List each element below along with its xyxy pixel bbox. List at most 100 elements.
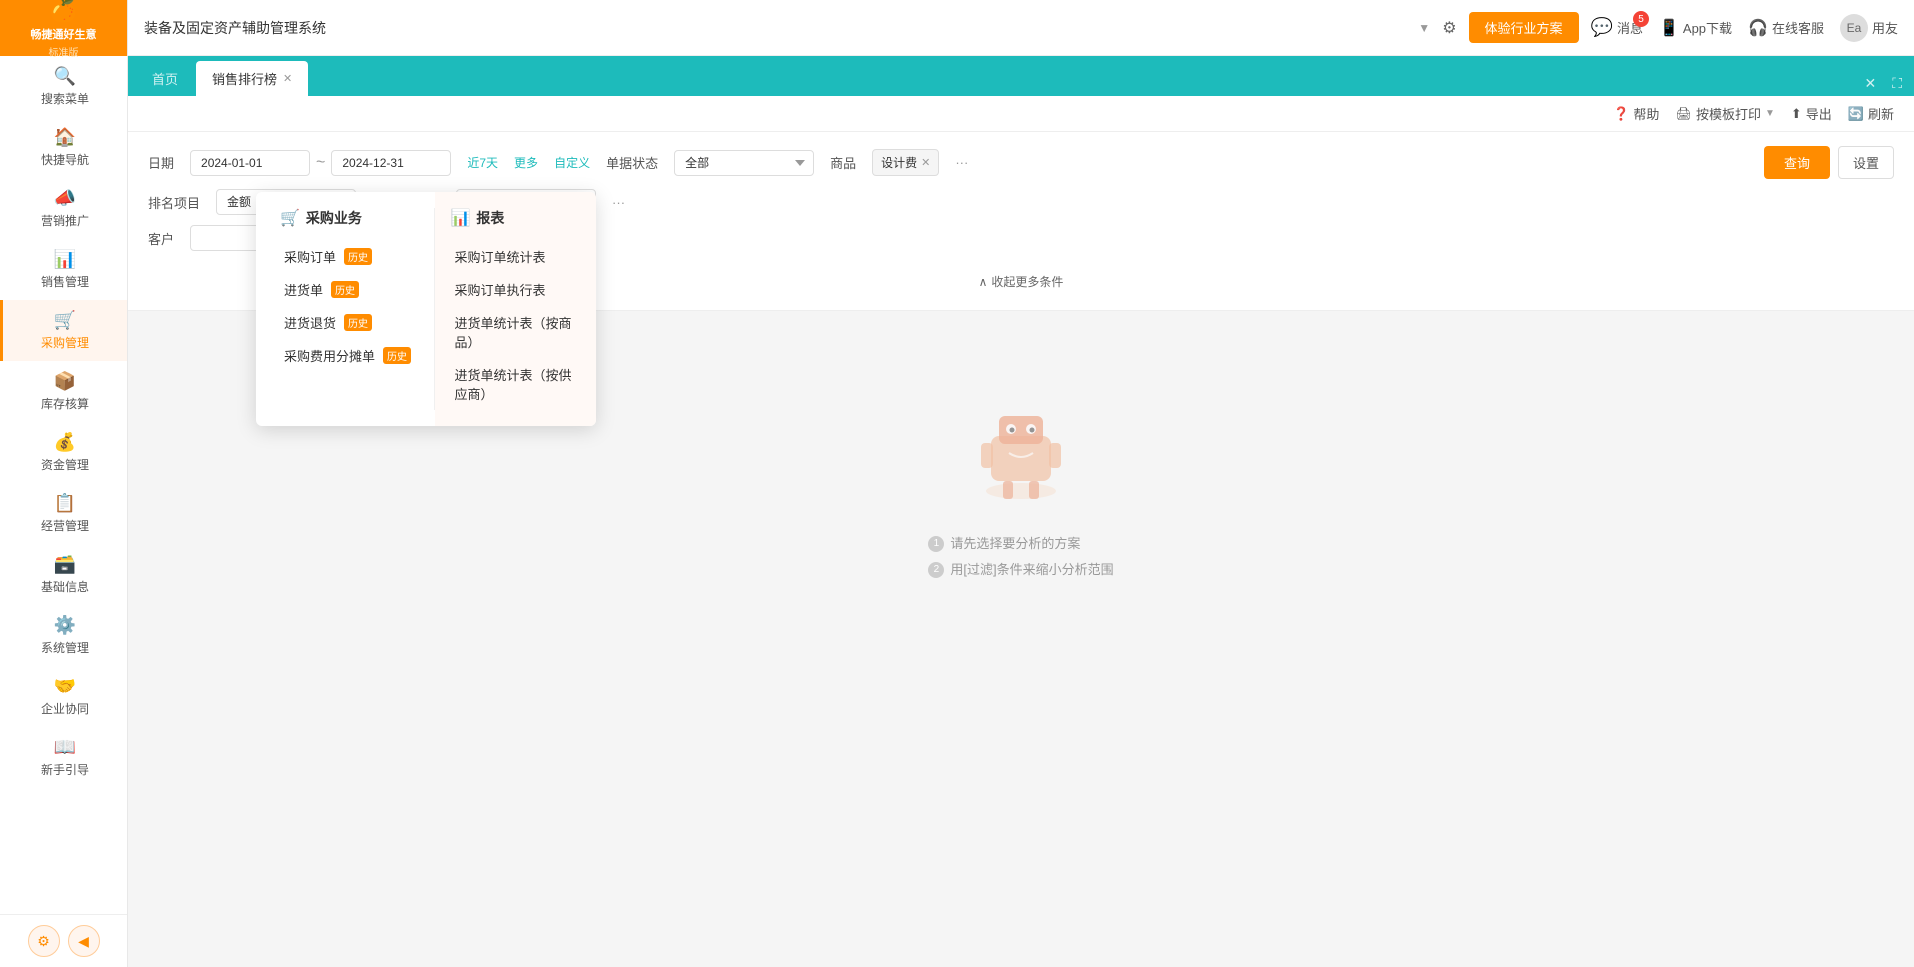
title-dropdown-arrow[interactable]: ▼	[1418, 21, 1430, 35]
industry-btn[interactable]: 体验行业方案	[1469, 12, 1579, 43]
goods-receipt-stat-goods-item[interactable]: 进货单统计表（按商品）	[451, 306, 589, 358]
tab-sales-rank-label: 销售排行榜	[212, 69, 277, 88]
sidebar-item-label: 采购管理	[41, 334, 89, 351]
empty-tips: 1 请先选择要分析的方案 2 用[过滤]条件来缩小分析范围	[928, 531, 1113, 583]
goods-receipt-stat-supplier-item[interactable]: 进货单统计表（按供应商）	[451, 358, 589, 410]
content-area: ❓ 帮助 🖨 按模板打印 ▼ ⬆ 导出 🔄 刷新 日期	[128, 96, 1914, 967]
return-goods-item[interactable]: 进货退货 历史	[280, 306, 418, 339]
purchase-order-label: 采购订单	[284, 247, 336, 266]
goods-more-ellipsis[interactable]: ···	[955, 155, 968, 170]
purchase-section-icon: 🛒	[280, 208, 300, 228]
sidebar-item-quick-nav[interactable]: 🏠 快捷导航	[0, 117, 127, 178]
close-tab-btn[interactable]: ✕	[1860, 71, 1880, 96]
goods-tag-close[interactable]: ✕	[921, 156, 930, 169]
tab-home[interactable]: 首页	[136, 61, 194, 96]
query-btn[interactable]: 查询	[1764, 146, 1830, 179]
voucher-status-select[interactable]: 全部 已审核 未审核	[674, 150, 814, 176]
empty-illustration	[961, 391, 1081, 511]
collapse-btn[interactable]: ∧ 收起更多条件	[973, 267, 1070, 296]
date-end-input[interactable]	[331, 150, 451, 176]
sidebar-item-operations[interactable]: 📋 经营管理	[0, 483, 127, 544]
sidebar-item-inventory[interactable]: 📦 库存核算	[0, 361, 127, 422]
logo-icon: 🍊	[50, 0, 77, 24]
topbar-settings-icon[interactable]: ⚙	[1442, 18, 1456, 38]
purchase-order-item[interactable]: 采购订单 历史	[280, 240, 418, 273]
sidebar-item-marketing[interactable]: 📣 营销推广	[0, 178, 127, 239]
filter-row-1: 日期 ~ 近7天 更多 自定义 单据状态 全部 已审核 未审核	[148, 146, 1894, 179]
tip-num-2: 2	[928, 562, 944, 578]
goods-receipt-item[interactable]: 进货单 历史	[280, 273, 418, 306]
date-shortcut-custom[interactable]: 自定义	[554, 154, 590, 171]
export-btn[interactable]: ⬆ 导出	[1791, 104, 1832, 123]
voucher-status-container: 全部 已审核 未审核	[674, 150, 814, 176]
sidebar-item-label: 快捷导航	[41, 151, 89, 168]
help-btn[interactable]: ❓ 帮助	[1613, 104, 1659, 123]
sidebar-item-system[interactable]: ⚙️ 系统管理	[0, 605, 127, 666]
sidebar-item-finance[interactable]: 💰 资金管理	[0, 422, 127, 483]
app-download-label: App下载	[1683, 18, 1732, 37]
customer-label: 客户	[148, 229, 174, 248]
purchase-order-exec-item[interactable]: 采购订单执行表	[451, 273, 589, 306]
goods-tag: 设计费 ✕	[872, 149, 939, 176]
print-dropdown-icon[interactable]: ▼	[1765, 108, 1775, 119]
report-section-label: 报表	[476, 208, 504, 228]
sidebar-item-label: 系统管理	[41, 639, 89, 656]
sales-icon: 📊	[54, 249, 76, 270]
salesperson-ellipsis[interactable]: ···	[612, 195, 625, 210]
sidebar-item-basic-info[interactable]: 🗃️ 基础信息	[0, 544, 127, 605]
sidebar-bottom: ⚙ ◀	[0, 914, 127, 967]
sidebar-item-search[interactable]: 🔍 搜索菜单	[0, 56, 127, 117]
tip-item-1: 1 请先选择要分析的方案	[928, 531, 1113, 557]
sidebar-item-label: 经营管理	[41, 517, 89, 534]
purchase-expense-item[interactable]: 采购费用分摊单 历史	[280, 339, 418, 372]
refresh-btn[interactable]: 🔄 刷新	[1848, 104, 1894, 123]
purchase-section-title: 🛒 采购业务	[280, 208, 418, 228]
print-icon: 🖨	[1675, 106, 1692, 122]
date-separator: ~	[316, 154, 325, 172]
basic-info-icon: 🗃️	[54, 554, 76, 575]
sidebar-item-label: 资金管理	[41, 456, 89, 473]
enterprise-icon: 🤝	[54, 676, 76, 697]
purchase-dropdown-menu: 🛒 采购业务 采购订单 历史 进货单 历史 进货退货 历史 采购费用分摊单	[256, 192, 596, 426]
main-area: 装备及固定资产辅助管理系统 ▼ ⚙ 体验行业方案 💬 消息 5 📱 App下载 …	[128, 0, 1914, 967]
settings-btn[interactable]: 设置	[1838, 146, 1894, 179]
sidebar-item-guide[interactable]: 📖 新手引导	[0, 727, 127, 788]
date-start-input[interactable]	[190, 150, 310, 176]
tabs-right: ✕ ⛶	[1860, 71, 1906, 96]
app-logo: 🍊 畅捷通好生意 标准版	[0, 0, 127, 56]
message-icon-group[interactable]: 💬 消息 5	[1591, 17, 1643, 38]
sidebar-item-sales[interactable]: 📊 销售管理	[0, 239, 127, 300]
online-service-group[interactable]: 🎧 在线客服	[1748, 18, 1824, 38]
help-icon: ❓	[1613, 106, 1629, 122]
purchase-expense-history-badge: 历史	[383, 347, 411, 364]
user-group[interactable]: Ea 用友	[1840, 14, 1898, 42]
purchase-order-history-badge: 历史	[344, 248, 372, 265]
report-section-title: 📊 报表	[451, 208, 589, 228]
purchase-order-stat-item[interactable]: 采购订单统计表	[451, 240, 589, 273]
sidebar-item-label: 新手引导	[41, 761, 89, 778]
tab-sales-rank[interactable]: 销售排行榜 ✕	[196, 61, 308, 96]
inventory-icon: 📦	[54, 371, 76, 392]
purchase-icon: 🛒	[54, 310, 76, 331]
topbar: 装备及固定资产辅助管理系统 ▼ ⚙ 体验行业方案 💬 消息 5 📱 App下载 …	[128, 0, 1914, 56]
date-shortcut-7days[interactable]: 近7天	[467, 154, 498, 171]
system-icon: ⚙️	[54, 615, 76, 636]
finance-icon: 💰	[54, 432, 76, 453]
collapse-sidebar-btn[interactable]: ◀	[68, 925, 100, 957]
marketing-icon: 📣	[54, 188, 76, 209]
expand-tab-btn[interactable]: ⛶	[1888, 71, 1906, 96]
app-download-group[interactable]: 📱 App下载	[1659, 18, 1732, 38]
sidebar: 🍊 畅捷通好生意 标准版 🔍 搜索菜单 🏠 快捷导航 📣 营销推广 📊 销售管理…	[0, 0, 128, 967]
tip-num-1: 1	[928, 536, 944, 552]
print-btn[interactable]: 🖨 按模板打印 ▼	[1675, 104, 1774, 123]
purchase-expense-label: 采购费用分摊单	[284, 346, 375, 365]
avatar: Ea	[1840, 14, 1868, 42]
date-shortcut-more[interactable]: 更多	[514, 154, 538, 171]
settings-bottom-btn[interactable]: ⚙	[28, 925, 60, 957]
collapse-text: 收起更多条件	[991, 273, 1063, 290]
sidebar-item-label: 库存核算	[41, 395, 89, 412]
sidebar-item-enterprise[interactable]: 🤝 企业协同	[0, 666, 127, 727]
sidebar-item-purchase[interactable]: 🛒 采购管理	[0, 300, 127, 361]
tab-close-icon[interactable]: ✕	[283, 72, 292, 85]
nav-tabs: 首页 销售排行榜 ✕ ✕ ⛶	[128, 56, 1914, 96]
